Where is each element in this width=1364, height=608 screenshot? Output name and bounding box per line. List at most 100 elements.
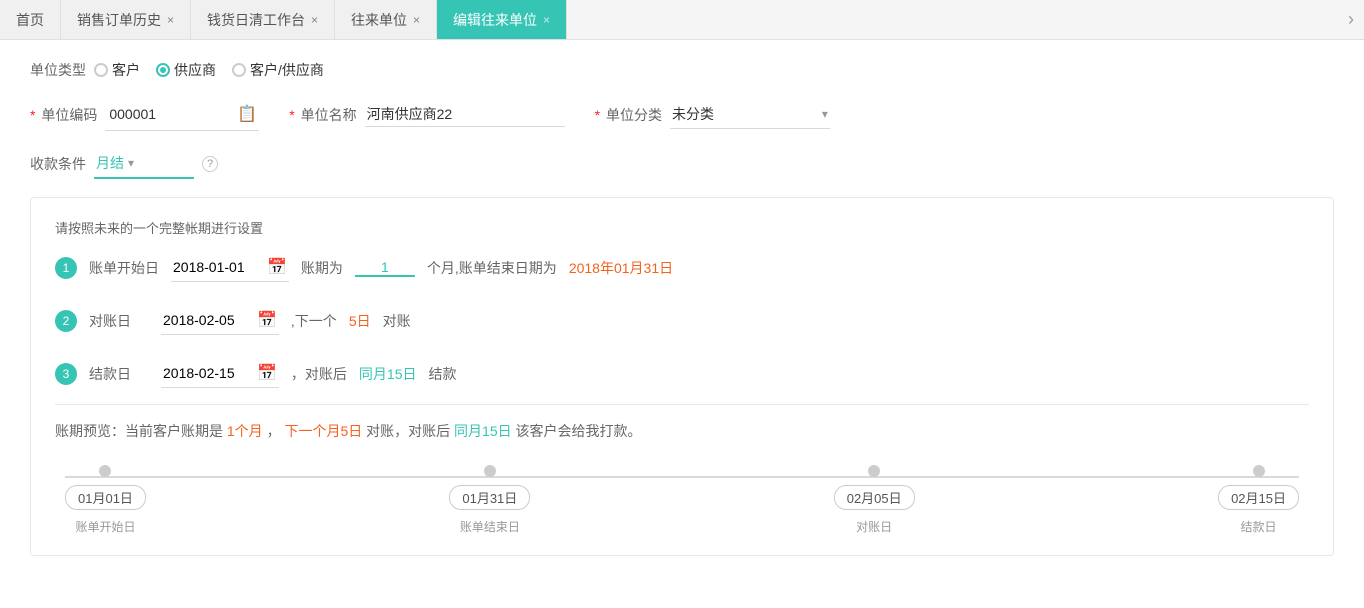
unit-info-row: * 单位编码 📋 * 单位名称 * 单位分类 未分类 ▾: [30, 98, 1334, 131]
tab-counterparty-close-icon[interactable]: ×: [413, 13, 420, 27]
step-3-desc-pre: ，对账后: [291, 364, 347, 384]
unit-name-label: * 单位名称: [289, 105, 356, 125]
timeline-node-4: 02月15日 结款日: [1218, 465, 1299, 535]
payment-terms-help-icon[interactable]: ?: [202, 156, 218, 172]
radio-supplier-circle: [156, 63, 170, 77]
payment-terms-value: 月结: [96, 153, 124, 173]
step-3-number: 3: [55, 363, 77, 385]
step-1-row: 1 账单开始日 📅 账期为 个月,账单结束日期为 2018年01月31日: [55, 253, 1309, 282]
unit-type-field: 单位类型 客户 供应商 客户/供应商: [30, 60, 324, 80]
tab-cash-label: 钱货日清工作台: [207, 10, 305, 30]
tab-more-button[interactable]: ›: [1338, 0, 1364, 39]
tab-home[interactable]: 首页: [0, 0, 61, 39]
tab-edit-close-icon[interactable]: ×: [543, 13, 550, 27]
tab-home-label: 首页: [16, 10, 44, 30]
step-1-desc-pre: 账期为: [301, 258, 343, 278]
radio-both-circle: [232, 63, 246, 77]
step-3-highlight: 同月15日: [359, 364, 417, 384]
radio-supplier[interactable]: 供应商: [156, 60, 216, 80]
step-2-row: 2 对账日 📅 ,下一个 5日 对账: [55, 306, 1309, 335]
timeline-dot-2: [484, 465, 496, 477]
timeline-nodes: 01月01日 账单开始日 01月31日 账单结束日: [65, 465, 1299, 535]
step-2-desc-pre: ,下一个: [291, 311, 337, 331]
step-3-date-input[interactable]: [163, 365, 253, 381]
step-3-label: 结款日: [89, 364, 149, 384]
unit-type-row: 单位类型 客户 供应商 客户/供应商: [30, 60, 1334, 80]
settings-card: 请按照未来的一个完整帐期进行设置 1 账单开始日 📅 账期为 个月,账单结束日期…: [30, 197, 1334, 556]
timeline-dot-3: [868, 465, 880, 477]
unit-category-dropdown[interactable]: 未分类 ▾: [670, 100, 830, 129]
radio-both-label: 客户/供应商: [250, 60, 324, 80]
timeline-container: 01月01日 账单开始日 01月31日 账单结束日: [55, 465, 1309, 535]
timeline-badge-1: 01月01日: [65, 485, 146, 510]
payment-terms-label: 收款条件: [30, 154, 86, 174]
step-1-number: 1: [55, 257, 77, 279]
preview-sep2: 对账，对账后: [366, 423, 450, 439]
step-2-highlight: 5日: [349, 311, 371, 331]
unit-code-copy-icon[interactable]: 📋: [237, 104, 257, 124]
payment-terms-row: 收款条件 月结 ▾ ?: [30, 149, 1334, 179]
step-1-label: 账单开始日: [89, 258, 159, 278]
tab-counterparty[interactable]: 往来单位 ×: [335, 0, 437, 39]
step-2-number: 2: [55, 310, 77, 332]
tab-counterparty-label: 往来单位: [351, 10, 407, 30]
step-1-calendar-icon[interactable]: 📅: [267, 257, 287, 277]
unit-category-chevron-icon: ▾: [822, 107, 828, 121]
unit-category-value: 未分类: [672, 104, 818, 124]
tab-edit-label: 编辑往来单位: [453, 10, 537, 30]
payment-terms-field: 收款条件 月结 ▾ ?: [30, 149, 218, 179]
tab-sales-order-history[interactable]: 销售订单历史 ×: [61, 0, 191, 39]
tab-edit-counterparty[interactable]: 编辑往来单位 ×: [437, 0, 567, 39]
unit-category-field: * 单位分类 未分类 ▾: [595, 100, 830, 129]
timeline-label-1: 账单开始日: [75, 518, 135, 535]
main-content: 单位类型 客户 供应商 客户/供应商 * 单位编码: [0, 40, 1364, 608]
radio-group: 客户 供应商 客户/供应商: [94, 60, 324, 80]
timeline-badge-2: 01月31日: [449, 485, 530, 510]
radio-both[interactable]: 客户/供应商: [232, 60, 324, 80]
tab-cash-close-icon[interactable]: ×: [311, 13, 318, 27]
timeline-label-4: 结款日: [1241, 518, 1277, 535]
step-2-date-input[interactable]: [163, 312, 253, 328]
step-2-label: 对账日: [89, 311, 149, 331]
radio-customer[interactable]: 客户: [94, 60, 140, 80]
tab-sales-close-icon[interactable]: ×: [167, 13, 174, 27]
preview-part2: 下一个月5日: [284, 423, 362, 439]
payment-terms-chevron-icon: ▾: [128, 156, 134, 170]
step-3-desc-mid: 结款: [429, 364, 457, 384]
unit-category-star: *: [595, 107, 600, 123]
step-2-desc-mid: 对账: [383, 311, 411, 331]
step-1-date-input[interactable]: [173, 259, 263, 275]
tab-bar: 首页 销售订单历史 × 钱货日清工作台 × 往来单位 × 编辑往来单位 × ›: [0, 0, 1364, 40]
timeline-label-2: 账单结束日: [460, 518, 520, 535]
radio-customer-label: 客户: [112, 60, 140, 80]
timeline-badge-3: 02月05日: [834, 485, 915, 510]
unit-name-star: *: [289, 107, 294, 123]
preview-text: 账期预览：当前客户账期是 1个月 ， 下一个月5日 对账，对账后 同月15日 该…: [55, 421, 1309, 441]
unit-code-input-wrapper: 📋: [105, 98, 259, 131]
step-1-period-input[interactable]: [355, 259, 415, 277]
step-3-row: 3 结款日 📅 ，对账后 同月15日 结款: [55, 359, 1309, 388]
payment-terms-dropdown[interactable]: 月结 ▾: [94, 149, 194, 179]
preview-end: 该客户会给我打款。: [516, 423, 642, 439]
step-1-end-date: 2018年01月31日: [569, 258, 673, 278]
preview-part3: 同月15日: [454, 423, 512, 439]
preview-label: 账期预览：当前客户账期是: [55, 423, 223, 439]
step-3-calendar-icon[interactable]: 📅: [257, 363, 277, 383]
step-2-date-wrapper: 📅: [161, 306, 279, 335]
unit-code-label: * 单位编码: [30, 105, 97, 125]
timeline-node-3: 02月05日 对账日: [834, 465, 915, 535]
unit-type-label: 单位类型: [30, 60, 86, 80]
unit-code-input[interactable]: [107, 102, 237, 126]
unit-category-label: * 单位分类: [595, 105, 662, 125]
timeline-label-3: 对账日: [856, 518, 892, 535]
step-2-calendar-icon[interactable]: 📅: [257, 310, 277, 330]
preview-sep1: ，: [267, 423, 281, 439]
unit-name-input[interactable]: [365, 102, 565, 127]
timeline-badge-4: 02月15日: [1218, 485, 1299, 510]
step-3-date-wrapper: 📅: [161, 359, 279, 388]
timeline-node-1: 01月01日 账单开始日: [65, 465, 146, 535]
tab-cash-ledger[interactable]: 钱货日清工作台 ×: [191, 0, 335, 39]
radio-customer-circle: [94, 63, 108, 77]
timeline-node-2: 01月31日 账单结束日: [449, 465, 530, 535]
unit-code-star: *: [30, 107, 35, 123]
